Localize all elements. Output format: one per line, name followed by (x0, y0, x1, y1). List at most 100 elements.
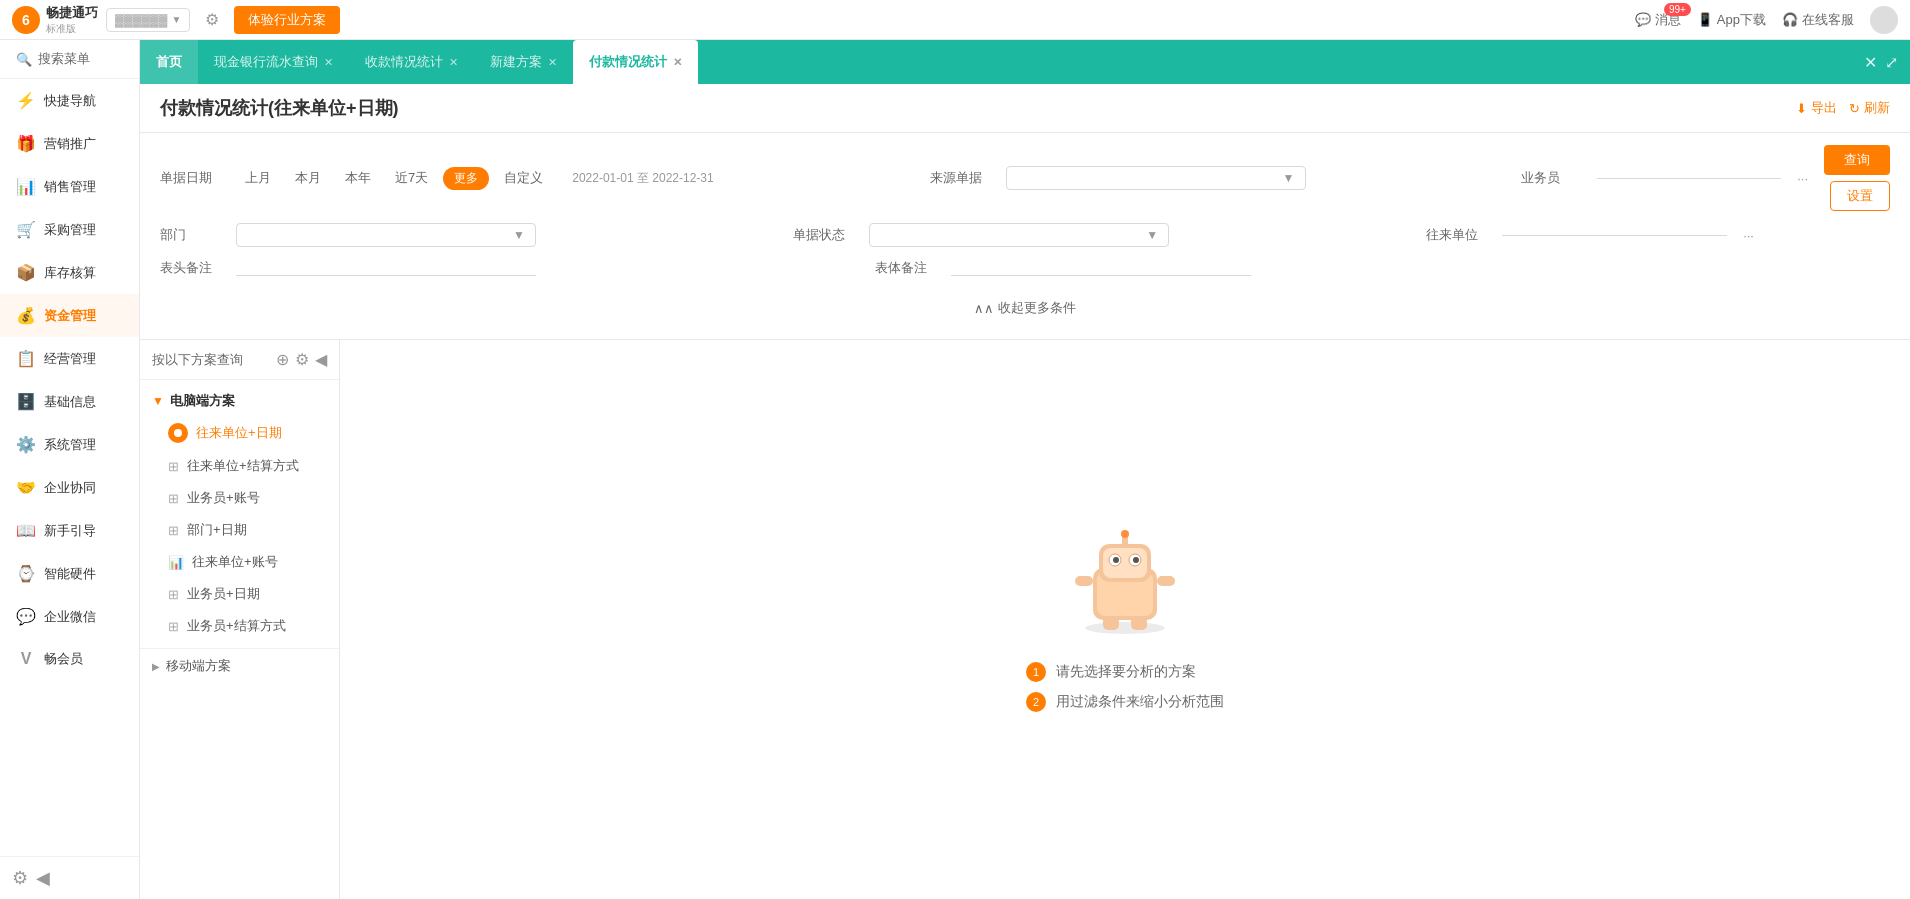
top-bar-left: 6 畅捷通巧 标准版 ▓▓▓▓▓▓ ▼ ⚙ 体验行业方案 (12, 4, 340, 36)
filter-row-date: 单据日期 上月 本月 本年 近7天 更多 自定义 2022-01-01 至 20… (160, 145, 1890, 211)
collapse-more-button[interactable]: ∧∧ 收起更多条件 (160, 289, 1890, 327)
status-select[interactable]: ▼ (869, 223, 1169, 247)
date-option-last-month[interactable]: 上月 (236, 166, 280, 190)
sidebar-search[interactable]: 🔍 搜索菜单 (0, 40, 139, 79)
app-download-button[interactable]: 📱 App下载 (1697, 11, 1766, 29)
date-option-this-year[interactable]: 本年 (336, 166, 380, 190)
sidebar-item-marketing[interactable]: 🎁 营销推广 (0, 122, 139, 165)
sidebar-item-label: 系统管理 (44, 436, 96, 454)
scheme-item-salesman-date[interactable]: ⊞ 业务员+日期 (140, 578, 339, 610)
tab-home[interactable]: 首页 (140, 40, 198, 84)
sidebar-item-label: 营销推广 (44, 135, 96, 153)
sidebar-item-label: 快捷导航 (44, 92, 96, 110)
sidebar-item-basic-info[interactable]: 🗄️ 基础信息 (0, 380, 139, 423)
sidebar-item-hardware[interactable]: ⌚ 智能硬件 (0, 552, 139, 595)
sidebar-item-label: 企业微信 (44, 608, 96, 626)
scheme-item-salesman-settle[interactable]: ⊞ 业务员+结算方式 (140, 610, 339, 642)
search-icon: 🔍 (16, 52, 32, 67)
sidebar-item-label: 采购管理 (44, 221, 96, 239)
empty-illustration (1065, 528, 1185, 638)
close-tab-action[interactable]: ✕ (1864, 53, 1877, 72)
export-button[interactable]: ⬇ 导出 (1796, 99, 1837, 117)
tab-home-label: 首页 (156, 53, 182, 71)
scheme-mobile-group[interactable]: ▶ 移动端方案 (140, 648, 339, 683)
date-label: 单据日期 (160, 169, 220, 187)
date-option-this-month[interactable]: 本月 (286, 166, 330, 190)
partner-input-area[interactable] (1502, 235, 1727, 236)
online-service-button[interactable]: 🎧 在线客服 (1782, 11, 1854, 29)
trial-button[interactable]: 体验行业方案 (234, 6, 340, 34)
scheme-settings-icon[interactable]: ⚙ (295, 350, 309, 369)
date-range-text: 2022-01-01 至 2022-12-31 (572, 170, 713, 187)
capital-icon: 💰 (16, 306, 36, 325)
chevron-down-icon: ▼ (172, 14, 182, 25)
sidebar-item-enterprise[interactable]: 🤝 企业协同 (0, 466, 139, 509)
query-button[interactable]: 查询 (1824, 145, 1890, 175)
sidebar-bottom: ⚙ ◀ (0, 856, 139, 899)
sidebar-item-system[interactable]: ⚙️ 系统管理 (0, 423, 139, 466)
user-avatar[interactable] (1870, 6, 1898, 34)
collapse-scheme-icon[interactable]: ◀ (315, 350, 327, 369)
date-option-custom[interactable]: 自定义 (495, 166, 552, 190)
salesperson-input-area[interactable] (1597, 178, 1781, 179)
date-options: 上月 本月 本年 近7天 更多 自定义 (236, 166, 552, 190)
close-receipt-stats-tab[interactable]: ✕ (449, 56, 458, 69)
sidebar-item-sales[interactable]: 📊 销售管理 (0, 165, 139, 208)
dept-select[interactable]: ▼ (236, 223, 536, 247)
scheme-item-partner-settle[interactable]: ⊞ 往来单位+结算方式 (140, 450, 339, 482)
svg-point-0 (1085, 622, 1165, 634)
sidebar-item-capital[interactable]: 💰 资金管理 (0, 294, 139, 337)
sidebar-item-guide[interactable]: 📖 新手引导 (0, 509, 139, 552)
remark-body-input[interactable] (951, 260, 1251, 276)
tab-payment-stats[interactable]: 付款情况统计 ✕ (573, 40, 698, 84)
svg-rect-11 (1075, 576, 1093, 586)
close-new-plan-tab[interactable]: ✕ (548, 56, 557, 69)
sidebar-item-member[interactable]: V 畅会员 (0, 638, 139, 680)
scheme-item-partner-date[interactable]: 往来单位+日期 (140, 416, 339, 450)
filter-settings-button[interactable]: 设置 (1830, 181, 1890, 211)
scheme-item-dept-date[interactable]: ⊞ 部门+日期 (140, 514, 339, 546)
salesperson-ellipsis[interactable]: ··· (1797, 171, 1808, 186)
messages-button[interactable]: 💬 消息 99+ (1635, 11, 1681, 29)
scheme-item-partner-account[interactable]: 📊 往来单位+账号 (140, 546, 339, 578)
sidebar-item-purchase[interactable]: 🛒 采购管理 (0, 208, 139, 251)
empty-steps: 1 请先选择要分析的方案 2 用过滤条件来缩小分析范围 (1026, 662, 1224, 712)
expand-tab-action[interactable]: ⤢ (1885, 53, 1898, 72)
partner-label: 往来单位 (1426, 226, 1486, 244)
remark-head-input[interactable] (236, 260, 536, 276)
source-select[interactable]: ▼ (1006, 166, 1306, 190)
scheme-item-dept-date-label: 部门+日期 (187, 521, 247, 539)
refresh-button[interactable]: ↻ 刷新 (1849, 99, 1890, 117)
collapse-sidebar-icon[interactable]: ◀ (36, 867, 50, 889)
sidebar-item-label: 基础信息 (44, 393, 96, 411)
sidebar-item-wechat[interactable]: 💬 企业微信 (0, 595, 139, 638)
system-icon: ⚙️ (16, 435, 36, 454)
scheme-desktop-group: ▼ 电脑端方案 往来单位+日期 ⊞ 往来单位+结算方式 (140, 380, 339, 648)
close-bank-flow-tab[interactable]: ✕ (324, 56, 333, 69)
workspace-selector[interactable]: ▓▓▓▓▓▓ ▼ (106, 8, 190, 32)
scheme-item-salesman-account[interactable]: ⊞ 业务员+账号 (140, 482, 339, 514)
date-option-more[interactable]: 更多 (443, 167, 489, 190)
scheme-table-icon-2: ⊞ (168, 491, 179, 506)
tab-new-plan[interactable]: 新建方案 ✕ (474, 40, 573, 84)
sidebar-item-inventory[interactable]: 📦 库存核算 (0, 251, 139, 294)
sidebar-item-label: 资金管理 (44, 307, 96, 325)
logo-icon: 6 (12, 6, 40, 34)
add-scheme-icon[interactable]: ⊕ (276, 350, 289, 369)
close-payment-stats-tab[interactable]: ✕ (673, 56, 682, 69)
sidebar-item-quick-nav[interactable]: ⚡ 快捷导航 (0, 79, 139, 122)
scheme-desktop-group-title[interactable]: ▼ 电脑端方案 (140, 386, 339, 416)
basic-info-icon: 🗄️ (16, 392, 36, 411)
scheme-table-icon-5: ⊞ (168, 619, 179, 634)
partner-ellipsis[interactable]: ··· (1743, 228, 1754, 243)
sidebar-item-label: 销售管理 (44, 178, 96, 196)
date-option-7days[interactable]: 近7天 (386, 166, 437, 190)
settings-bottom-icon[interactable]: ⚙ (12, 867, 28, 889)
remark-body-label: 表体备注 (875, 259, 935, 277)
tab-receipt-stats[interactable]: 收款情况统计 ✕ (349, 40, 474, 84)
sidebar-item-operation[interactable]: 📋 经营管理 (0, 337, 139, 380)
content-area: 首页 现金银行流水查询 ✕ 收款情况统计 ✕ 新建方案 ✕ 付款情况统计 ✕ ✕… (140, 40, 1910, 899)
settings-gear-icon[interactable]: ⚙ (198, 6, 226, 34)
tab-bank-flow[interactable]: 现金银行流水查询 ✕ (198, 40, 349, 84)
active-scheme-dot-inner (174, 429, 182, 437)
